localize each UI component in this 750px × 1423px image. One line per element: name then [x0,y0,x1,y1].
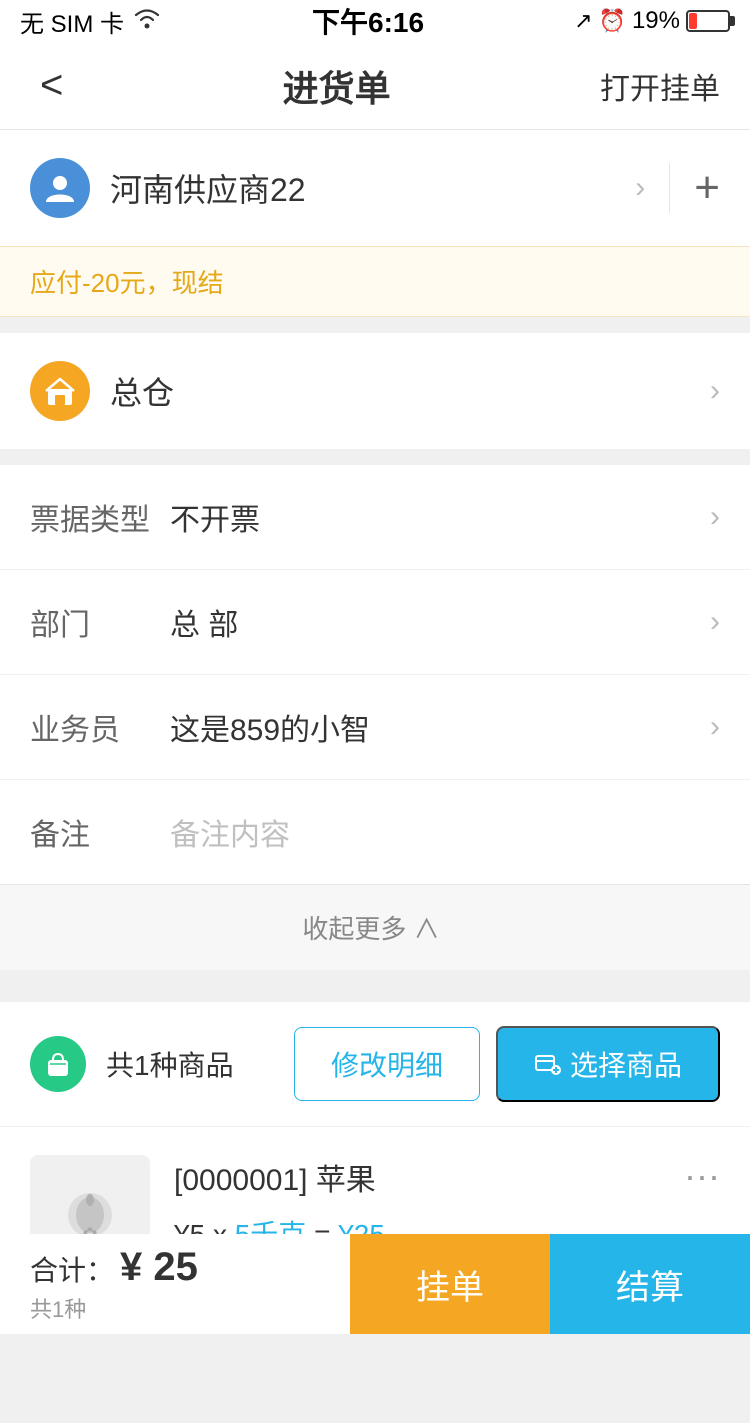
product-bar: 共1种商品 修改明细 选择商品 [0,986,750,1126]
warehouse-name: 总仓 [110,368,710,414]
bottom-bar: 合计： ¥ 25 共1种 挂单 结算 [0,1234,750,1334]
status-right: ↗ ⏰ 19% [574,7,730,35]
invoice-type-row[interactable]: 票据类型 不开票 › [0,465,750,569]
invoice-label: 票据类型 [30,495,150,539]
warehouse-icon [30,361,90,421]
supplier-name: 河南供应商22 [110,165,635,211]
hang-label: 挂单 [416,1260,484,1309]
open-hang-button[interactable]: 打开挂单 [600,64,720,108]
hang-button[interactable]: 挂单 [350,1234,550,1334]
total-label: 合计： [30,1249,114,1289]
warehouse-section: 总仓 › [0,333,750,449]
nav-bar: < 进货单 打开挂单 [0,42,750,130]
collapse-row[interactable]: 收起更多 ∧ [0,884,750,970]
time-display: 下午6:16 [312,1,424,41]
total-count: 共1种 [30,1292,320,1324]
vertical-divider [669,163,670,213]
product-title: [0000001] 苹果 [174,1155,668,1199]
remark-input[interactable]: 备注内容 [150,810,720,854]
checkout-button[interactable]: 结算 [550,1234,750,1334]
chevron-right-icon: › [635,171,645,205]
notice-text: 应付-20元，现结 [30,268,224,298]
remark-label: 备注 [30,810,150,854]
dept-value: 总 部 [150,600,710,644]
page-title: 进货单 [283,60,391,112]
remark-row[interactable]: 备注 备注内容 [0,779,750,884]
chevron-right-icon-warehouse: › [710,374,720,408]
product-name: 苹果 [316,1164,376,1197]
product-more-button[interactable]: ··· [684,1155,720,1197]
modify-detail-button[interactable]: 修改明细 [294,1027,480,1101]
product-count-text: 共1种商品 [106,1044,294,1084]
supplier-row[interactable]: 河南供应商22 › + [0,130,750,246]
sales-value: 这是859的小智 [150,705,710,749]
alarm-icon: ⏰ [599,8,626,34]
location-icon: ↗ [574,8,592,34]
total-section: 合计： ¥ 25 共1种 [0,1234,350,1334]
sales-label: 业务员 [30,705,150,749]
battery-percent: 19% [632,7,680,35]
dept-row[interactable]: 部门 总 部 › [0,569,750,674]
chevron-right-icon-sales: › [710,710,720,744]
wifi-icon [132,7,162,36]
sales-row[interactable]: 业务员 这是859的小智 › [0,674,750,779]
supplier-avatar [30,158,90,218]
status-left: 无 SIM 卡 [20,4,162,39]
status-bar: 无 SIM 卡 下午6:16 ↗ ⏰ 19% [0,0,750,42]
carrier-text: 无 SIM 卡 [20,4,124,39]
product-code: [0000001] [174,1164,307,1197]
warehouse-row[interactable]: 总仓 › [0,333,750,449]
form-section: 票据类型 不开票 › 部门 总 部 › 业务员 这是859的小智 › 备注 备注… [0,465,750,970]
chevron-right-icon-dept: › [710,605,720,639]
invoice-value: 不开票 [150,495,710,539]
notice-bar: 应付-20元，现结 [0,246,750,317]
select-product-button[interactable]: 选择商品 [496,1026,720,1102]
total-amount: ¥ 25 [120,1245,198,1290]
dept-label: 部门 [30,600,150,644]
checkout-label: 结算 [616,1260,684,1309]
select-product-label: 选择商品 [570,1044,682,1084]
chevron-right-icon-invoice: › [710,500,720,534]
back-button[interactable]: < [30,53,73,118]
total-label-row: 合计： ¥ 25 [30,1245,320,1290]
collapse-label: 收起更多 ∧ [302,909,439,946]
add-button[interactable]: + [694,163,720,213]
supplier-section: 河南供应商22 › + 应付-20元，现结 [0,130,750,317]
bag-icon [30,1036,86,1092]
battery-icon [686,10,730,32]
